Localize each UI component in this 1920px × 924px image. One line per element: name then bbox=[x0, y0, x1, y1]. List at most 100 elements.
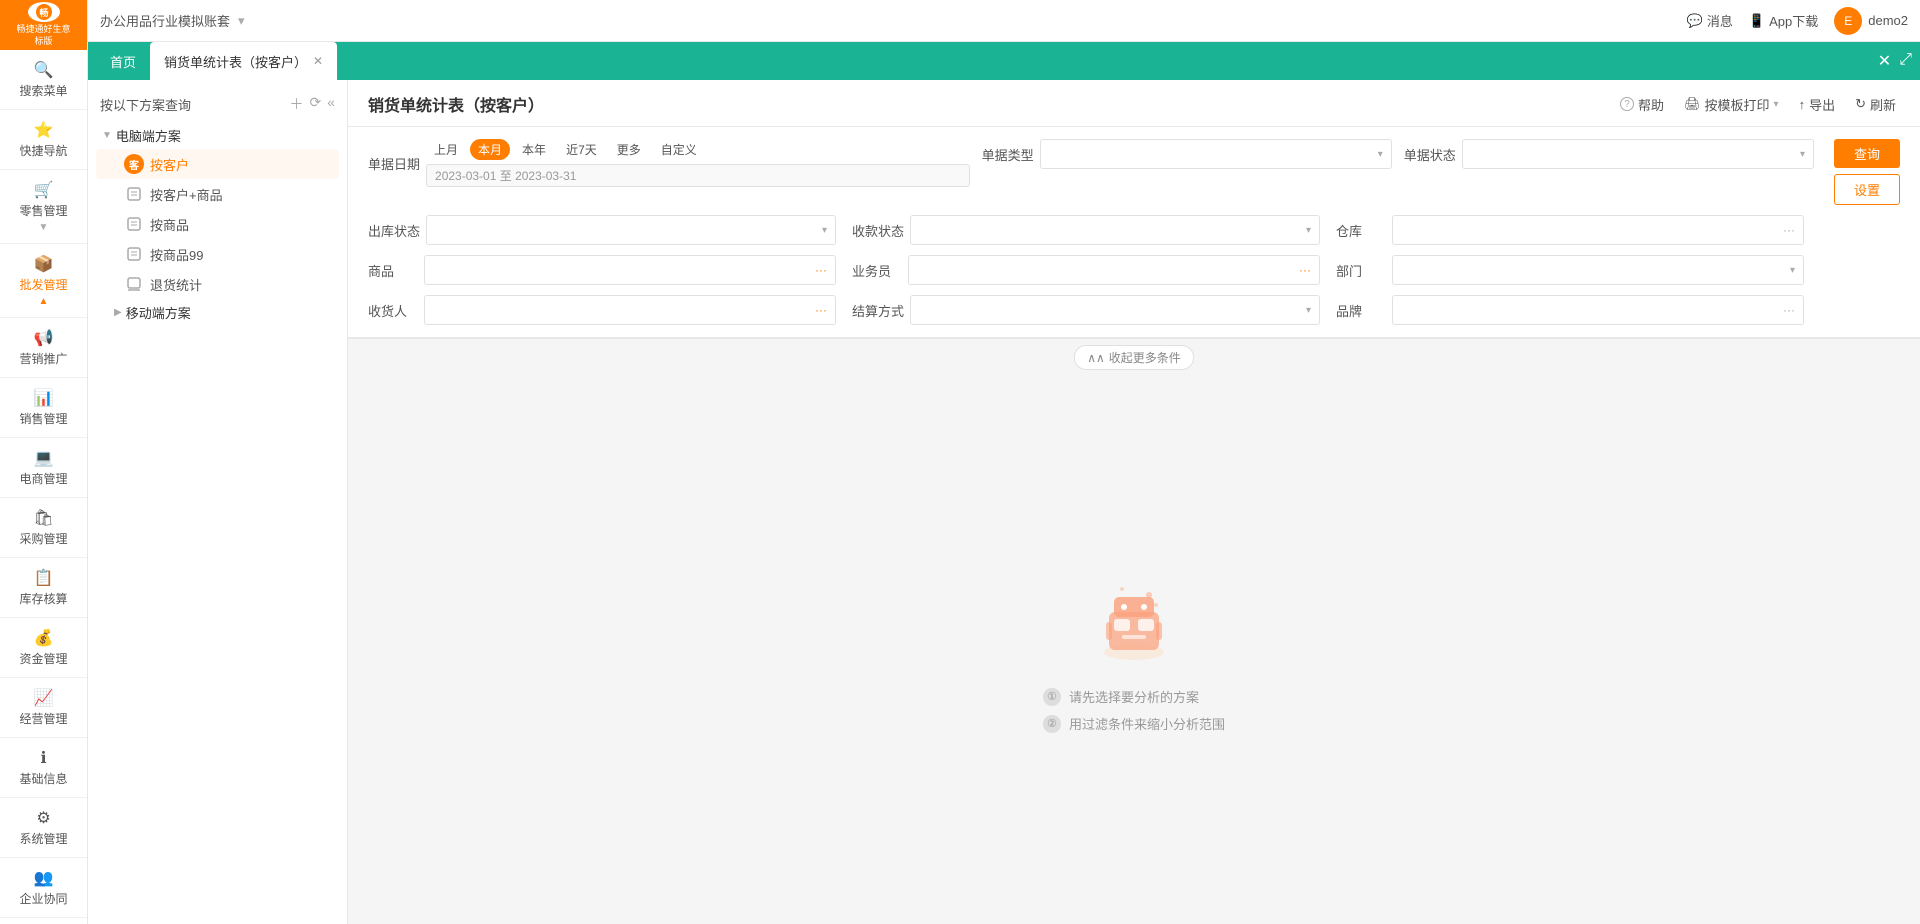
app-title: 畅捷通好生意 标版 bbox=[16, 24, 70, 47]
pay-status-select[interactable]: ▾ bbox=[910, 215, 1320, 245]
date-range-display[interactable]: 2023-03-01 至 2023-03-31 bbox=[426, 164, 970, 187]
warehouse-select[interactable]: ··· bbox=[1392, 215, 1804, 245]
tree-item-by-goods[interactable]: 按商品 bbox=[96, 209, 339, 239]
tab-sales-stat[interactable]: 销货单统计表（按客户） ✕ bbox=[150, 42, 337, 80]
brand-item: 品牌 ··· bbox=[1336, 295, 1804, 325]
sidebar-item-collab[interactable]: 👥 企业协同 bbox=[0, 858, 87, 918]
sidebar-item-label: 快捷导航 bbox=[4, 142, 83, 159]
tree-group-mobile[interactable]: ▶ 移动端方案 bbox=[96, 299, 339, 326]
empty-hints: ① 请先选择要分析的方案 ② 用过滤条件来缩小分析范围 bbox=[1043, 687, 1225, 733]
customer-icon: 客 bbox=[124, 154, 144, 174]
sidebar-item-sales[interactable]: 📊 销售管理 bbox=[0, 378, 87, 438]
message-button[interactable]: 💬 消息 bbox=[1687, 11, 1733, 30]
status-select[interactable]: ▾ bbox=[1462, 139, 1814, 169]
date-btn-custom[interactable]: 自定义 bbox=[653, 139, 705, 160]
print-chevron-icon: ▾ bbox=[1774, 99, 1779, 110]
add-scheme-button[interactable]: ＋ bbox=[289, 94, 303, 114]
search-icon: 🔍 bbox=[4, 60, 83, 80]
sidebar-item-management[interactable]: 📈 经营管理 bbox=[0, 678, 87, 738]
app-suite-title: 办公用品行业模拟账套 bbox=[100, 11, 230, 30]
sidebar-item-label: 企业协同 bbox=[4, 890, 83, 907]
salesman-select[interactable]: ··· bbox=[908, 255, 1320, 285]
tree-item-goods99[interactable]: 按商品99 bbox=[96, 239, 339, 269]
app-logo[interactable]: 畅 畅捷通好生意 标版 bbox=[0, 0, 87, 50]
action-buttons: 查询 设置 bbox=[1834, 139, 1900, 205]
date-btn-more[interactable]: 更多 bbox=[609, 139, 649, 160]
tree-item-return-stat[interactable]: 退货统计 bbox=[96, 269, 339, 299]
message-icon: 💬 bbox=[1687, 13, 1703, 29]
settle-select[interactable]: ▾ bbox=[910, 295, 1320, 325]
dept-chevron-icon: ▾ bbox=[1790, 265, 1795, 276]
hint-text-2: 用过滤条件来缩小分析范围 bbox=[1069, 714, 1225, 733]
empty-hint-1: ① 请先选择要分析的方案 bbox=[1043, 687, 1199, 706]
salesman-dots-icon: ··· bbox=[1299, 263, 1311, 277]
date-btn-this-year[interactable]: 本年 bbox=[514, 139, 554, 160]
tree-item-customer-goods[interactable]: 按客户+商品 bbox=[96, 179, 339, 209]
type-select[interactable]: ▾ bbox=[1040, 139, 1392, 169]
ecommerce-icon: 💻 bbox=[4, 448, 83, 468]
sidebar-item-label: 营销推广 bbox=[4, 350, 83, 367]
refresh-icon: ↻ bbox=[1855, 96, 1866, 112]
wholesale-icon: 📦 bbox=[4, 254, 83, 274]
sidebar-item-search[interactable]: 🔍 搜索菜单 bbox=[0, 50, 87, 110]
receiver-select[interactable]: ··· bbox=[424, 295, 836, 325]
goods99-icon bbox=[124, 244, 144, 264]
sidebar-item-inventory[interactable]: 📋 库存核算 bbox=[0, 558, 87, 618]
date-btn-last-month[interactable]: 上月 bbox=[426, 139, 466, 160]
chevron-down-icon[interactable]: ▾ bbox=[238, 13, 245, 29]
goods-item: 商品 ··· bbox=[368, 255, 836, 285]
tree-group-desktop[interactable]: ▼ 电脑端方案 bbox=[96, 122, 339, 149]
dept-select[interactable]: ▾ bbox=[1392, 255, 1804, 285]
sidebar-item-system[interactable]: ⚙ 系统管理 bbox=[0, 798, 87, 858]
sidebar-item-retail[interactable]: 🛒 零售管理 ▼ bbox=[0, 170, 87, 244]
brand-select[interactable]: ··· bbox=[1392, 295, 1804, 325]
help-button[interactable]: ? 帮助 bbox=[1616, 93, 1668, 116]
empty-illustration bbox=[1084, 567, 1184, 667]
user-menu[interactable]: E demo2 bbox=[1834, 7, 1908, 35]
export-button[interactable]: ↑ 导出 bbox=[1795, 93, 1840, 116]
tab-home[interactable]: 首页 bbox=[96, 42, 150, 80]
query-button[interactable]: 查询 bbox=[1834, 139, 1900, 168]
star-icon: ⭐ bbox=[4, 120, 83, 140]
print-button[interactable]: 🖨 按模板打印 ▾ bbox=[1680, 93, 1783, 116]
sidebar-item-marketing[interactable]: 📢 营销推广 bbox=[0, 318, 87, 378]
settings-button[interactable]: 设置 bbox=[1834, 174, 1900, 205]
empty-state: ① 请先选择要分析的方案 ② 用过滤条件来缩小分析范围 bbox=[348, 376, 1920, 924]
retail-icon: 🛒 bbox=[4, 180, 83, 200]
collapse-panel-button[interactable]: « bbox=[327, 94, 335, 114]
export-label: 导出 bbox=[1809, 95, 1835, 114]
sidebar-item-purchase[interactable]: 🛍 采购管理 bbox=[0, 498, 87, 558]
tab-close-icon[interactable]: ✕ bbox=[313, 54, 323, 68]
date-btn-this-month[interactable]: 本月 bbox=[470, 139, 510, 160]
sidebar-item-guide[interactable]: 🎯 新手引导 bbox=[0, 918, 87, 924]
tree-item-label: 退货统计 bbox=[150, 275, 202, 294]
sidebar-item-finance[interactable]: 💰 资金管理 bbox=[0, 618, 87, 678]
sidebar-item-ecommerce[interactable]: 💻 电商管理 bbox=[0, 438, 87, 498]
collapse-button[interactable]: ∧∧ 收起更多条件 bbox=[1074, 345, 1194, 370]
refresh-scheme-button[interactable]: ⟳ bbox=[309, 94, 321, 114]
hint-text-1: 请先选择要分析的方案 bbox=[1069, 687, 1199, 706]
tree-item-label: 按客户 bbox=[150, 155, 189, 174]
sidebar-item-label: 库存核算 bbox=[4, 590, 83, 607]
return-icon bbox=[124, 274, 144, 294]
avatar: E bbox=[1834, 7, 1862, 35]
refresh-button[interactable]: ↻ 刷新 bbox=[1851, 93, 1900, 116]
type-label: 单据类型 bbox=[982, 145, 1034, 164]
out-status-chevron-icon: ▾ bbox=[822, 225, 827, 236]
sidebar-item-wholesale[interactable]: 📦 批发管理 ▲ bbox=[0, 244, 87, 318]
date-btn-7days[interactable]: 近7天 bbox=[558, 139, 605, 160]
management-icon: 📈 bbox=[4, 688, 83, 708]
sidebar-item-basic[interactable]: ℹ 基础信息 bbox=[0, 738, 87, 798]
pay-status-chevron-icon: ▾ bbox=[1306, 225, 1311, 236]
out-status-select[interactable]: ▾ bbox=[426, 215, 836, 245]
window-maximize-icon[interactable]: ⤢ bbox=[1899, 51, 1912, 71]
app-download-button[interactable]: 📱 App下载 bbox=[1749, 11, 1818, 30]
goods-select[interactable]: ··· bbox=[424, 255, 836, 285]
window-close-icon[interactable]: ✕ bbox=[1878, 51, 1891, 71]
user-name: demo2 bbox=[1868, 13, 1908, 28]
tabbar-actions: ✕ ⤢ bbox=[1878, 51, 1912, 71]
sidebar: 畅 畅捷通好生意 标版 🔍 搜索菜单 ⭐ 快捷导航 🛒 零售管理 ▼ 📦 批发管… bbox=[0, 0, 88, 924]
brand-dots-icon: ··· bbox=[1783, 303, 1795, 317]
tree-item-by-customer[interactable]: 客 按客户 bbox=[96, 149, 339, 179]
sidebar-item-nav[interactable]: ⭐ 快捷导航 bbox=[0, 110, 87, 170]
